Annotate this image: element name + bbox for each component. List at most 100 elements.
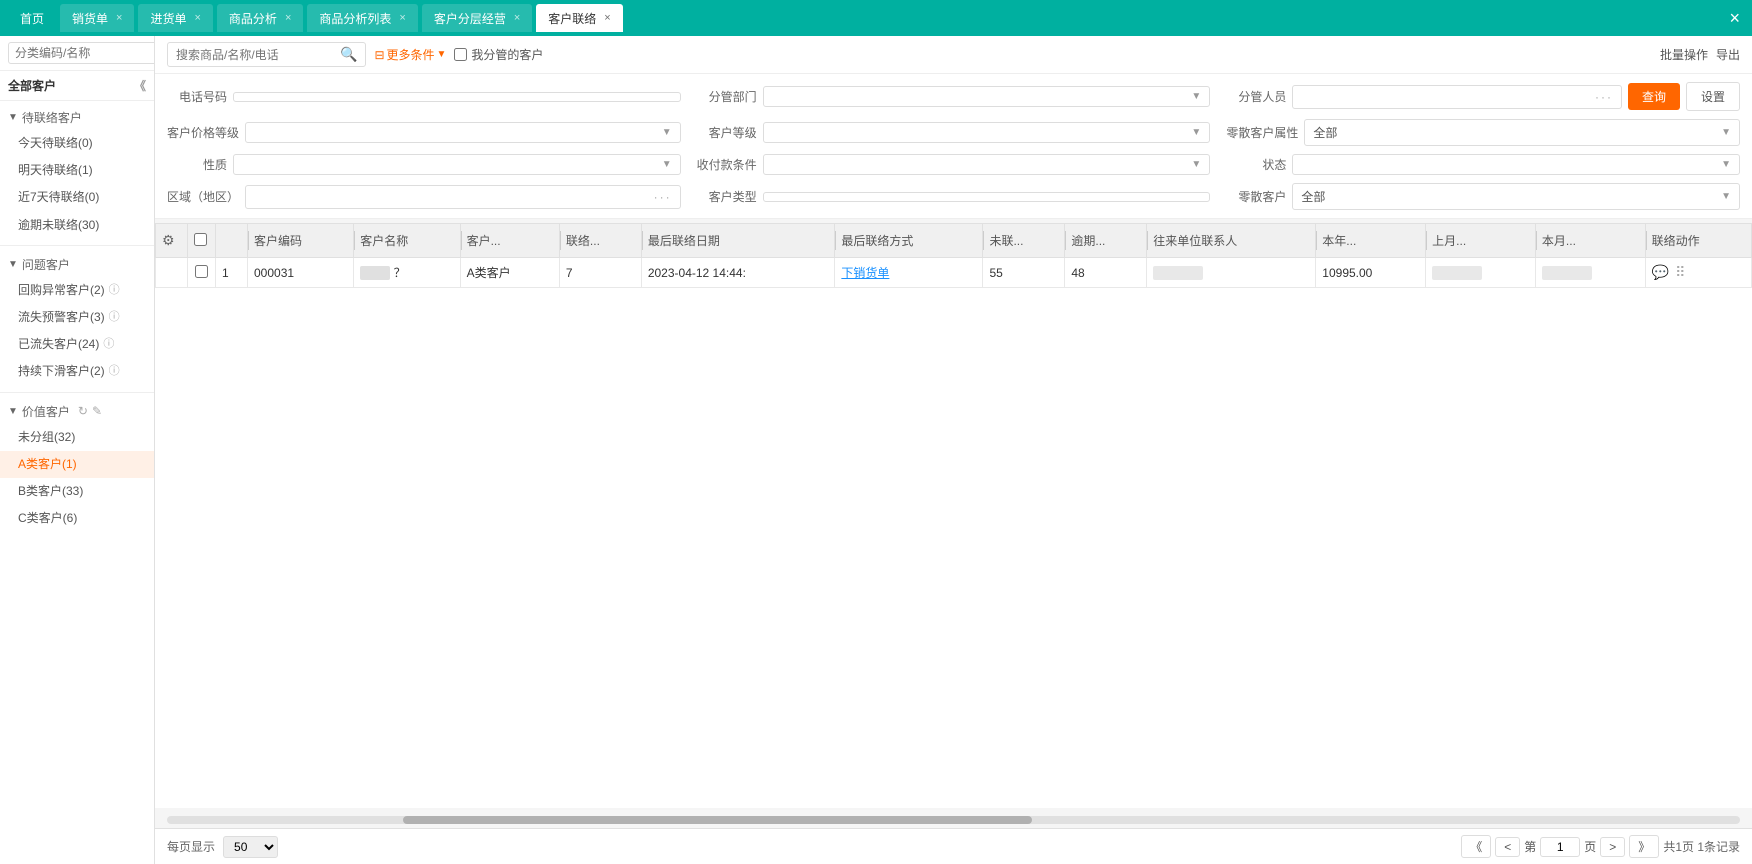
th-this-year[interactable]: 本年... <box>1316 224 1426 258</box>
th-last-month[interactable]: 上月... <box>1426 224 1536 258</box>
sidebar-item-b-class[interactable]: B类客户(33) <box>0 478 154 505</box>
sidebar-item-declining[interactable]: 持续下滑客户(2) ⓘ <box>0 358 154 385</box>
scrollbar-thumb[interactable] <box>403 816 1032 824</box>
info-icon-4: ⓘ <box>109 363 120 381</box>
tab-sales[interactable]: 销货单 × <box>60 4 134 32</box>
customer-grade-select[interactable]: ▼ <box>763 122 1211 143</box>
td-last-method: 下销货单 <box>835 258 983 288</box>
sidebar-search-input[interactable] <box>8 42 155 64</box>
last-month-blurred <box>1432 266 1482 280</box>
price-grade-select[interactable]: ▼ <box>245 122 681 143</box>
th-no-contact[interactable]: 未联... <box>983 224 1065 258</box>
pagination-nav: 《 < 第 页 > 》 共1页 1条记录 <box>1461 835 1740 858</box>
sidebar-item-churned[interactable]: 已流失客户(24) ⓘ <box>0 331 154 358</box>
tab-customer-contact[interactable]: 客户联络 × <box>536 4 622 32</box>
phone-input[interactable] <box>233 92 681 102</box>
sidebar-item-c-class[interactable]: C类客户(6) <box>0 505 154 532</box>
query-btn[interactable]: 查询 <box>1628 83 1680 110</box>
sidebar-collapse-icon[interactable]: 《 <box>134 77 146 94</box>
payment-select[interactable]: ▼ <box>763 154 1211 175</box>
th-contact[interactable]: 联络... <box>559 224 641 258</box>
bottom-bar: 每页显示 50 10 20 100 《 < 第 页 > 》 共1页 1条记录 <box>155 828 1752 864</box>
th-settings[interactable]: ⚙ <box>156 224 188 258</box>
main-search-input[interactable] <box>176 48 336 62</box>
settings-btn[interactable]: 设置 <box>1686 82 1740 111</box>
tab-product-analysis-list[interactable]: 商品分析列表 × <box>307 4 417 32</box>
main-search-icon[interactable]: 🔍 <box>340 46 357 63</box>
customer-table: ⚙ 客户编码 客户名称 <box>155 223 1752 288</box>
sidebar-item-ungrouped[interactable]: 未分组(32) <box>0 424 154 451</box>
last-method-link[interactable]: 下销货单 <box>841 266 889 280</box>
refresh-icon[interactable]: ↻ <box>78 404 88 418</box>
status-select[interactable]: ▼ <box>1292 154 1740 175</box>
table-header-row: ⚙ 客户编码 客户名称 <box>156 224 1752 258</box>
close-purchase-tab[interactable]: × <box>194 12 200 24</box>
filter-row-customer-type: 客户类型 <box>697 183 1211 210</box>
dept-select[interactable]: ▼ <box>763 86 1211 107</box>
edit-icon[interactable]: ✎ <box>92 404 102 418</box>
nature-label: 性质 <box>167 156 227 173</box>
page-number-input[interactable] <box>1540 837 1580 857</box>
th-type[interactable]: 客户... <box>460 224 559 258</box>
sidebar: 🔍 全部客户 《 ▼ 待联络客户 今天待联络(0) 明天待联络(1) 近7天待联… <box>0 36 155 864</box>
sidebar-item-today[interactable]: 今天待联络(0) <box>0 130 154 157</box>
info-icon-2: ⓘ <box>109 309 120 327</box>
tab-customer-tier[interactable]: 客户分层经营 × <box>422 4 532 32</box>
close-sales-tab[interactable]: × <box>116 12 122 24</box>
chat-icon[interactable]: 💬 <box>1652 264 1669 281</box>
sidebar-item-tomorrow[interactable]: 明天待联络(1) <box>0 157 154 184</box>
retail-select[interactable]: 全部 ▼ <box>1292 183 1740 210</box>
retail-attr-select[interactable]: 全部 ▼ <box>1304 119 1740 146</box>
th-last-date[interactable]: 最后联络日期 <box>641 224 835 258</box>
close-customer-contact-tab[interactable]: × <box>604 12 610 24</box>
my-customers-checkbox[interactable]: 我分管的客户 <box>454 46 543 63</box>
close-product-analysis-tab[interactable]: × <box>285 12 291 24</box>
batch-op-link[interactable]: 批量操作 <box>1660 46 1708 63</box>
horizontal-scrollbar[interactable] <box>167 816 1740 824</box>
th-overdue[interactable]: 逾期... <box>1065 224 1147 258</box>
region-input[interactable]: ··· <box>245 185 681 209</box>
filter-row-payment: 收付款条件 ▼ <box>697 154 1211 175</box>
my-customers-check[interactable] <box>454 48 467 61</box>
th-code[interactable]: 客户编码 <box>248 224 354 258</box>
section-pending-contact-title[interactable]: ▼ 待联络客户 <box>0 105 154 130</box>
th-last-method[interactable]: 最后联络方式 <box>835 224 983 258</box>
tab-purchase[interactable]: 进货单 × <box>138 4 212 32</box>
th-name[interactable]: 客户名称 <box>354 224 460 258</box>
next-page-btn[interactable]: > <box>1600 837 1625 857</box>
customer-type-input[interactable] <box>763 192 1211 202</box>
content-area: 🔍 ⊟ 更多条件 ▼ 我分管的客户 批量操作 导出 电话号码 <box>155 36 1752 864</box>
row-checkbox[interactable] <box>195 265 208 278</box>
nature-select[interactable]: ▼ <box>233 154 681 175</box>
section-value-title[interactable]: ▼ 价值客户 ↻ ✎ <box>0 399 154 424</box>
filter-row-dept: 分管部门 ▼ <box>697 82 1211 111</box>
sidebar-item-overdue[interactable]: 逾期未联络(30) <box>0 212 154 239</box>
sidebar-item-repurchase-abnormal[interactable]: 回购异常客户(2) ⓘ <box>0 277 154 304</box>
section-problem-title[interactable]: ▼ 问题客户 <box>0 252 154 277</box>
this-month-blurred <box>1542 266 1592 280</box>
manager-input[interactable]: ··· <box>1292 85 1622 109</box>
td-actions: 💬 ⠿ <box>1645 258 1751 288</box>
export-btn[interactable]: 导出 <box>1716 46 1740 63</box>
close-product-analysis-list-tab[interactable]: × <box>399 12 405 24</box>
tab-product-analysis[interactable]: 商品分析 × <box>217 4 303 32</box>
settings-gear-icon[interactable]: ⚙ <box>162 232 175 248</box>
sidebar-item-a-class[interactable]: A类客户(1) <box>0 451 154 478</box>
more-filters-btn[interactable]: ⊟ 更多条件 ▼ <box>374 46 446 63</box>
retail-attr-label: 零散客户属性 <box>1226 124 1298 141</box>
page-size-select[interactable]: 50 10 20 100 <box>223 836 278 858</box>
sidebar-item-7days[interactable]: 近7天待联络(0) <box>0 184 154 211</box>
close-all-tabs[interactable]: × <box>1725 4 1744 33</box>
prev-page-btn[interactable]: < <box>1495 837 1520 857</box>
tab-home[interactable]: 首页 <box>8 4 56 32</box>
select-all-checkbox[interactable] <box>194 233 207 246</box>
th-this-month[interactable]: 本月... <box>1535 224 1645 258</box>
th-unit-contact[interactable]: 往来单位联系人 <box>1147 224 1316 258</box>
page-total: 共1页 1条记录 <box>1663 838 1740 855</box>
advanced-filters: 电话号码 分管部门 ▼ 分管人员 ··· 查询 设置 客 <box>155 74 1752 219</box>
close-customer-tier-tab[interactable]: × <box>514 12 520 24</box>
sidebar-item-churn-warning[interactable]: 流失预警客户(3) ⓘ <box>0 304 154 331</box>
first-page-btn[interactable]: 《 <box>1461 835 1491 858</box>
last-page-btn[interactable]: 》 <box>1629 835 1659 858</box>
qr-icon[interactable]: ⠿ <box>1675 264 1685 281</box>
